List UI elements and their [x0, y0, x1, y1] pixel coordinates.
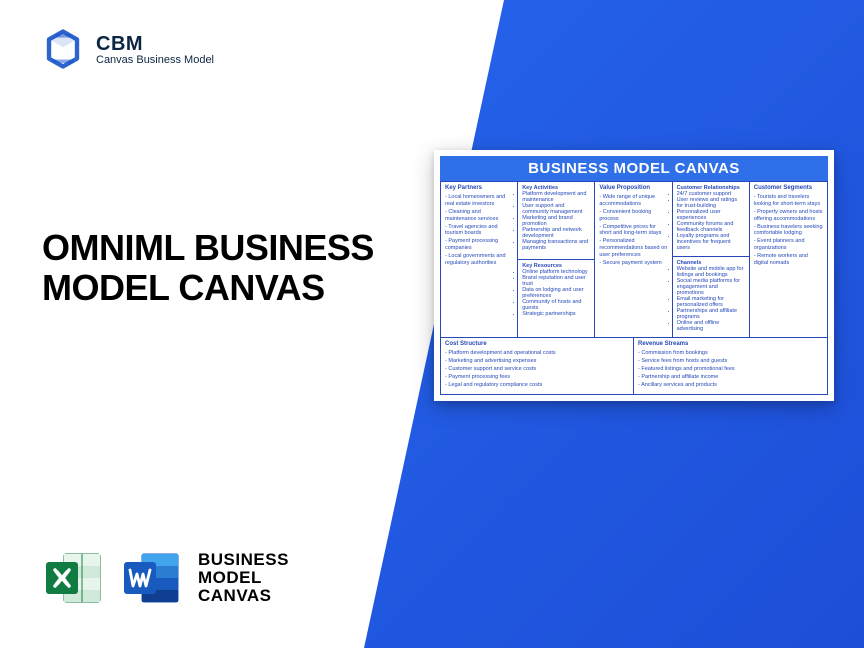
- cell-key-activities: Key Activities Platform development and …: [518, 182, 594, 260]
- cell-revenue-streams: Revenue Streams Commission from bookings…: [634, 338, 827, 394]
- excel-icon: [42, 546, 106, 610]
- list-item: Data on lodging and user preferences: [522, 287, 590, 299]
- list-item: Brand reputation and user trust: [522, 275, 590, 287]
- cell-customer-relationships: Customer Relationships 24/7 customer sup…: [673, 182, 749, 257]
- list-item: Featured listings and promotional fees: [638, 366, 823, 373]
- canvas-header: BUSINESS MODEL CANVAS: [440, 156, 828, 181]
- list-item: Commission from bookings: [638, 350, 823, 357]
- list-item: Service fees from hosts and guests: [638, 358, 823, 365]
- cell-channels: Channels Website and mobile app for list…: [673, 257, 749, 337]
- list-item: Wide range of unique accommodations: [599, 194, 667, 208]
- list-item: Marketing and advertising expenses: [445, 358, 629, 365]
- list-item: Competitive prices for short and long-te…: [599, 224, 667, 238]
- list-item: Partnership and affiliate income: [638, 374, 823, 381]
- list-item: Personalized user experiences: [677, 209, 745, 221]
- list-item: Property owners and hosts offering accom…: [754, 209, 823, 223]
- list-item: Partnership and network development: [522, 227, 590, 239]
- list-item: Platform development and operational cos…: [445, 350, 629, 357]
- cell-title: Key Partners: [445, 185, 513, 191]
- list-item: Social media platforms for engagement an…: [677, 278, 745, 296]
- file-label-line: CANVAS: [198, 587, 289, 605]
- list-item: Website and mobile app for listings and …: [677, 266, 745, 278]
- list-item: Managing transactions and payments: [522, 239, 590, 251]
- col-activities-resources: Key Activities Platform development and …: [518, 182, 595, 337]
- cell-key-partners: Key Partners Local homeowners and real e…: [441, 182, 518, 337]
- brand-abbr: CBM: [96, 33, 214, 56]
- list-item: Community forums and feedback channels: [677, 221, 745, 233]
- file-label-line: MODEL: [198, 569, 289, 587]
- list-item: Personalized recommendations based on us…: [599, 238, 667, 259]
- list-item: Platform development and maintenance: [522, 191, 590, 203]
- brand-logo: CBM Canvas Business Model: [42, 28, 214, 70]
- list-item: Local governments and regulatory authori…: [445, 253, 513, 267]
- list-item: Customer support and service costs: [445, 366, 629, 373]
- list-item: Business travelers seeking comfortable l…: [754, 224, 823, 238]
- list-item: Payment processing fees: [445, 374, 629, 381]
- list-item: Community of hosts and guests: [522, 299, 590, 311]
- cell-title: Customer Segments: [754, 185, 823, 191]
- list-item: Remote workers and digital nomads: [754, 253, 823, 267]
- hexagon-icon: [42, 28, 84, 70]
- list-item: Event planners and organizations: [754, 238, 823, 252]
- cell-title: Value Proposition: [599, 185, 667, 191]
- cell-customer-segments: Customer Segments Tourists and travelers…: [750, 182, 827, 337]
- file-label-line: BUSINESS: [198, 551, 289, 569]
- list-item: Tourists and travelers looking for short…: [754, 194, 823, 208]
- list-item: Legal and regulatory compliance costs: [445, 382, 629, 389]
- list-item: Email marketing for personalized offers: [677, 296, 745, 308]
- list-item: Strategic partnerships: [522, 311, 590, 317]
- list-item: User reviews and ratings for trust-build…: [677, 197, 745, 209]
- list-item: Marketing and brand promotion: [522, 215, 590, 227]
- canvas-grid: Key Partners Local homeowners and real e…: [440, 181, 828, 395]
- list-item: Convenient booking process: [599, 209, 667, 223]
- cell-cost-structure: Cost Structure Platform development and …: [441, 338, 634, 394]
- col-relationships-channels: Customer Relationships 24/7 customer sup…: [673, 182, 750, 337]
- cell-title: Cost Structure: [445, 341, 629, 347]
- cell-title: Revenue Streams: [638, 341, 823, 347]
- list-item: Loyalty programs and incentives for freq…: [677, 233, 745, 251]
- cell-key-resources: Key Resources Online platform technology…: [518, 260, 594, 337]
- list-item: User support and community management: [522, 203, 590, 215]
- list-item: Partnerships and affiliate programs: [677, 308, 745, 320]
- list-item: Secure payment system: [599, 260, 667, 267]
- list-item: Ancillary services and products: [638, 382, 823, 389]
- cell-value-proposition: Value Proposition Wide range of unique a…: [595, 182, 672, 337]
- word-icon: [120, 546, 184, 610]
- list-item: Travel agencies and tourism boards: [445, 224, 513, 238]
- list-item: Online and offline advertising: [677, 320, 745, 332]
- file-label: BUSINESS MODEL CANVAS: [198, 551, 289, 605]
- brand-name: Canvas Business Model: [96, 54, 214, 66]
- list-item: Cleaning and maintenance services: [445, 209, 513, 223]
- page-title: OMNIML BUSINESS MODEL CANVAS: [42, 228, 422, 307]
- canvas-preview-card: BUSINESS MODEL CANVAS Key Partners Local…: [434, 150, 834, 401]
- file-format-icons: BUSINESS MODEL CANVAS: [42, 546, 289, 610]
- list-item: Local homeowners and real estate investo…: [445, 194, 513, 208]
- list-item: Payment processing companies: [445, 238, 513, 252]
